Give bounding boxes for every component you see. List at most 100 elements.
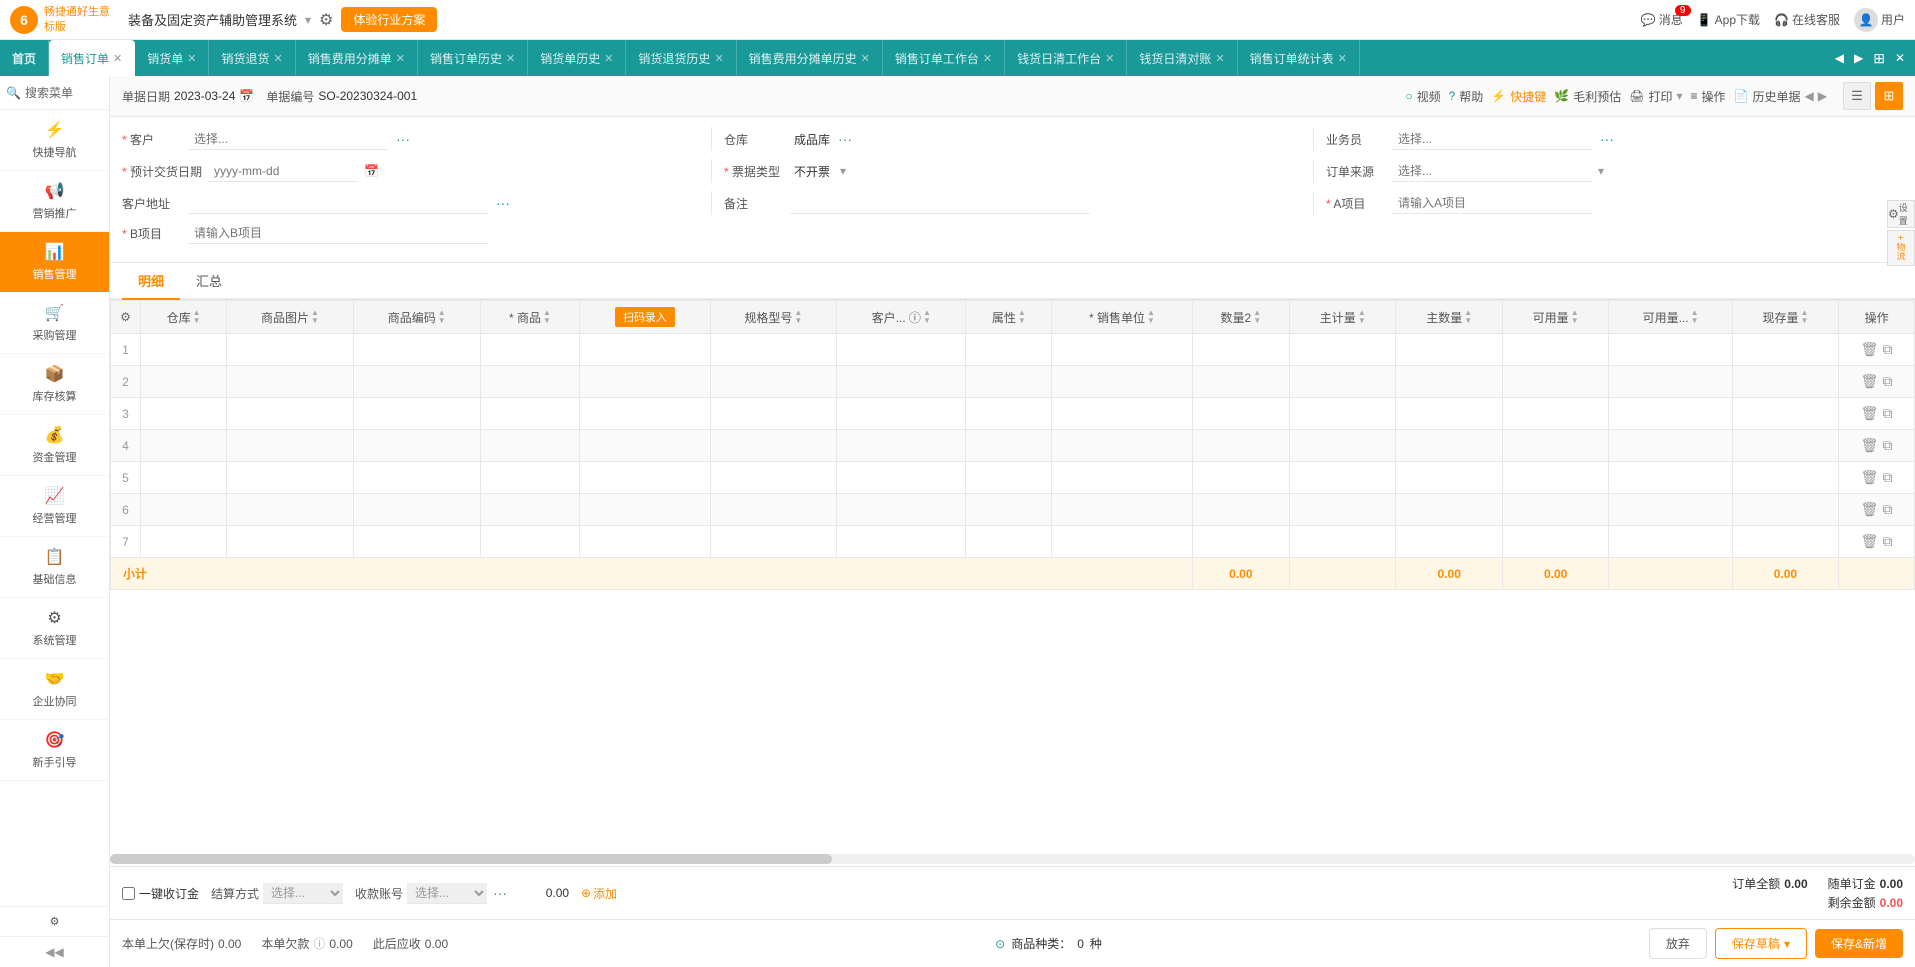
th-qty2[interactable]: 数量2▲▼ xyxy=(1192,301,1289,334)
b-project-input[interactable] xyxy=(188,223,488,244)
operate-button[interactable]: ≡ 操作 xyxy=(1691,88,1726,105)
shortcut-button[interactable]: ⚡ 快捷键 xyxy=(1491,88,1546,105)
tab-daily-clear-workbench[interactable]: 钱货日清工作台 ✕ xyxy=(1005,40,1127,76)
save-new-button[interactable]: 保存&新增 xyxy=(1815,929,1903,958)
th-available2[interactable]: 可用量...▲▼ xyxy=(1609,301,1732,334)
row-3-code[interactable] xyxy=(353,398,480,430)
row-2-scan[interactable] xyxy=(580,366,710,398)
nav-prev-arrow[interactable]: ◀ xyxy=(1831,49,1848,67)
row-4-main-unit[interactable] xyxy=(1290,430,1396,462)
row-5-main-unit[interactable] xyxy=(1290,462,1396,494)
row-7-qty2[interactable] xyxy=(1192,526,1289,558)
row-2-name[interactable] xyxy=(480,366,580,398)
row-7-spec[interactable] xyxy=(710,526,837,558)
row-2-main-unit[interactable] xyxy=(1290,366,1396,398)
row-2-customer-code[interactable] xyxy=(837,366,966,398)
sidebar-item-newbie[interactable]: 🎯 新手引导 xyxy=(0,720,109,781)
row-5-qty2[interactable] xyxy=(1192,462,1289,494)
row-6-spec[interactable] xyxy=(710,494,837,526)
this-balance-info-icon[interactable]: ⓘ xyxy=(313,935,325,952)
tab-sales-order-history[interactable]: 销售订单历史 ✕ xyxy=(418,40,528,76)
row-3-main-unit[interactable] xyxy=(1290,398,1396,430)
horizontal-scrollbar[interactable] xyxy=(110,852,1915,866)
row-3-copy-icon[interactable]: ⧉ xyxy=(1882,405,1892,422)
print-button[interactable]: 🖨 打印 ▾ xyxy=(1629,88,1682,105)
th-attr[interactable]: 属性▲▼ xyxy=(966,301,1052,334)
row-5-warehouse[interactable] xyxy=(141,462,227,494)
row-2-unit[interactable] xyxy=(1052,366,1192,398)
sidebar-item-quick-nav[interactable]: ⚡ 快捷导航 xyxy=(0,110,109,171)
close-daily-wb-icon[interactable]: ✕ xyxy=(1105,52,1114,65)
row-2-stock[interactable] xyxy=(1732,366,1838,398)
customer-addr-input[interactable] xyxy=(188,193,488,214)
row-1-main-qty[interactable] xyxy=(1396,334,1502,366)
row-4-image[interactable] xyxy=(227,430,354,462)
close-sales-return-icon[interactable]: ✕ xyxy=(274,52,283,65)
online-service-button[interactable]: 🎧 在线客服 xyxy=(1774,11,1840,28)
row-5-unit[interactable] xyxy=(1052,462,1192,494)
row-3-stock[interactable] xyxy=(1732,398,1838,430)
tab-detail[interactable]: 明细 xyxy=(122,263,180,300)
row-1-spec[interactable] xyxy=(710,334,837,366)
th-available[interactable]: 可用量▲▼ xyxy=(1502,301,1608,334)
row-4-code[interactable] xyxy=(353,430,480,462)
account-expand-icon[interactable]: ··· xyxy=(493,885,507,901)
row-5-copy-icon[interactable]: ⧉ xyxy=(1882,469,1892,486)
row-5-code[interactable] xyxy=(353,462,480,494)
row-3-warehouse[interactable] xyxy=(141,398,227,430)
sidebar-item-operation[interactable]: 📈 经营管理 xyxy=(0,476,109,537)
tab-invoice-history[interactable]: 销货单历史 ✕ xyxy=(528,40,626,76)
sidebar-collapse-button[interactable]: ◀◀ xyxy=(0,936,109,967)
scan-input-button[interactable]: 扫码录入 xyxy=(615,307,675,327)
row-6-available[interactable] xyxy=(1502,494,1608,526)
note-input[interactable] xyxy=(790,193,1090,214)
th-main-qty[interactable]: 主数量▲▼ xyxy=(1396,301,1502,334)
row-2-available[interactable] xyxy=(1502,366,1608,398)
print-dropdown-icon[interactable]: ▾ xyxy=(1677,89,1683,103)
row-3-spec[interactable] xyxy=(710,398,837,430)
tab-return-history[interactable]: 销货退货历史 ✕ xyxy=(626,40,736,76)
row-1-available2[interactable] xyxy=(1609,334,1732,366)
tab-daily-reconcile[interactable]: 钱货日清对账 ✕ xyxy=(1127,40,1237,76)
h-scroll-track[interactable] xyxy=(110,854,1915,864)
row-6-available2[interactable] xyxy=(1609,494,1732,526)
th-name[interactable]: * 商品▲▼ xyxy=(480,301,580,334)
nav-close-icon[interactable]: ✕ xyxy=(1891,49,1909,67)
sidebar-item-search[interactable]: 🔍 搜索菜单 xyxy=(0,76,109,110)
order-source-dropdown-icon[interactable]: ▾ xyxy=(1598,164,1604,178)
row-7-delete-icon[interactable]: 🗑 xyxy=(1861,533,1879,550)
row-1-unit[interactable] xyxy=(1052,334,1192,366)
invoice-dropdown-icon[interactable]: ▾ xyxy=(840,164,846,178)
th-gear[interactable]: ⚙ xyxy=(111,301,141,334)
row-7-image[interactable] xyxy=(227,526,354,558)
row-3-main-qty[interactable] xyxy=(1396,398,1502,430)
row-1-image[interactable] xyxy=(227,334,354,366)
history-prev-icon[interactable]: ◀ xyxy=(1805,89,1814,103)
row-6-attr[interactable] xyxy=(966,494,1052,526)
staff-expand-icon[interactable]: ··· xyxy=(1600,131,1614,147)
close-sales-order-icon[interactable]: ✕ xyxy=(113,52,122,65)
row-1-scan[interactable] xyxy=(580,334,710,366)
row-4-attr[interactable] xyxy=(966,430,1052,462)
row-3-name[interactable] xyxy=(480,398,580,430)
row-2-copy-icon[interactable]: ⧉ xyxy=(1882,373,1892,390)
row-3-customer-code[interactable] xyxy=(837,398,966,430)
row-1-customer-code[interactable] xyxy=(837,334,966,366)
abandon-button[interactable]: 放弃 xyxy=(1649,928,1707,959)
th-stock[interactable]: 现存量▲▼ xyxy=(1732,301,1838,334)
settlement-select[interactable]: 选择... xyxy=(263,883,343,904)
row-7-available2[interactable] xyxy=(1609,526,1732,558)
h-scroll-thumb[interactable] xyxy=(110,854,832,864)
row-7-stock[interactable] xyxy=(1732,526,1838,558)
row-3-scan[interactable] xyxy=(580,398,710,430)
tab-order-workbench[interactable]: 销售订单工作台 ✕ xyxy=(883,40,1005,76)
row-4-copy-icon[interactable]: ⧉ xyxy=(1882,437,1892,454)
row-6-code[interactable] xyxy=(353,494,480,526)
row-1-name[interactable] xyxy=(480,334,580,366)
close-reconcile-icon[interactable]: ✕ xyxy=(1215,52,1224,65)
delivery-calendar-icon[interactable]: 📅 xyxy=(364,164,379,178)
warehouse-expand-icon[interactable]: ··· xyxy=(838,131,852,147)
row-6-scan[interactable] xyxy=(580,494,710,526)
row-2-attr[interactable] xyxy=(966,366,1052,398)
th-spec[interactable]: 规格型号▲▼ xyxy=(710,301,837,334)
